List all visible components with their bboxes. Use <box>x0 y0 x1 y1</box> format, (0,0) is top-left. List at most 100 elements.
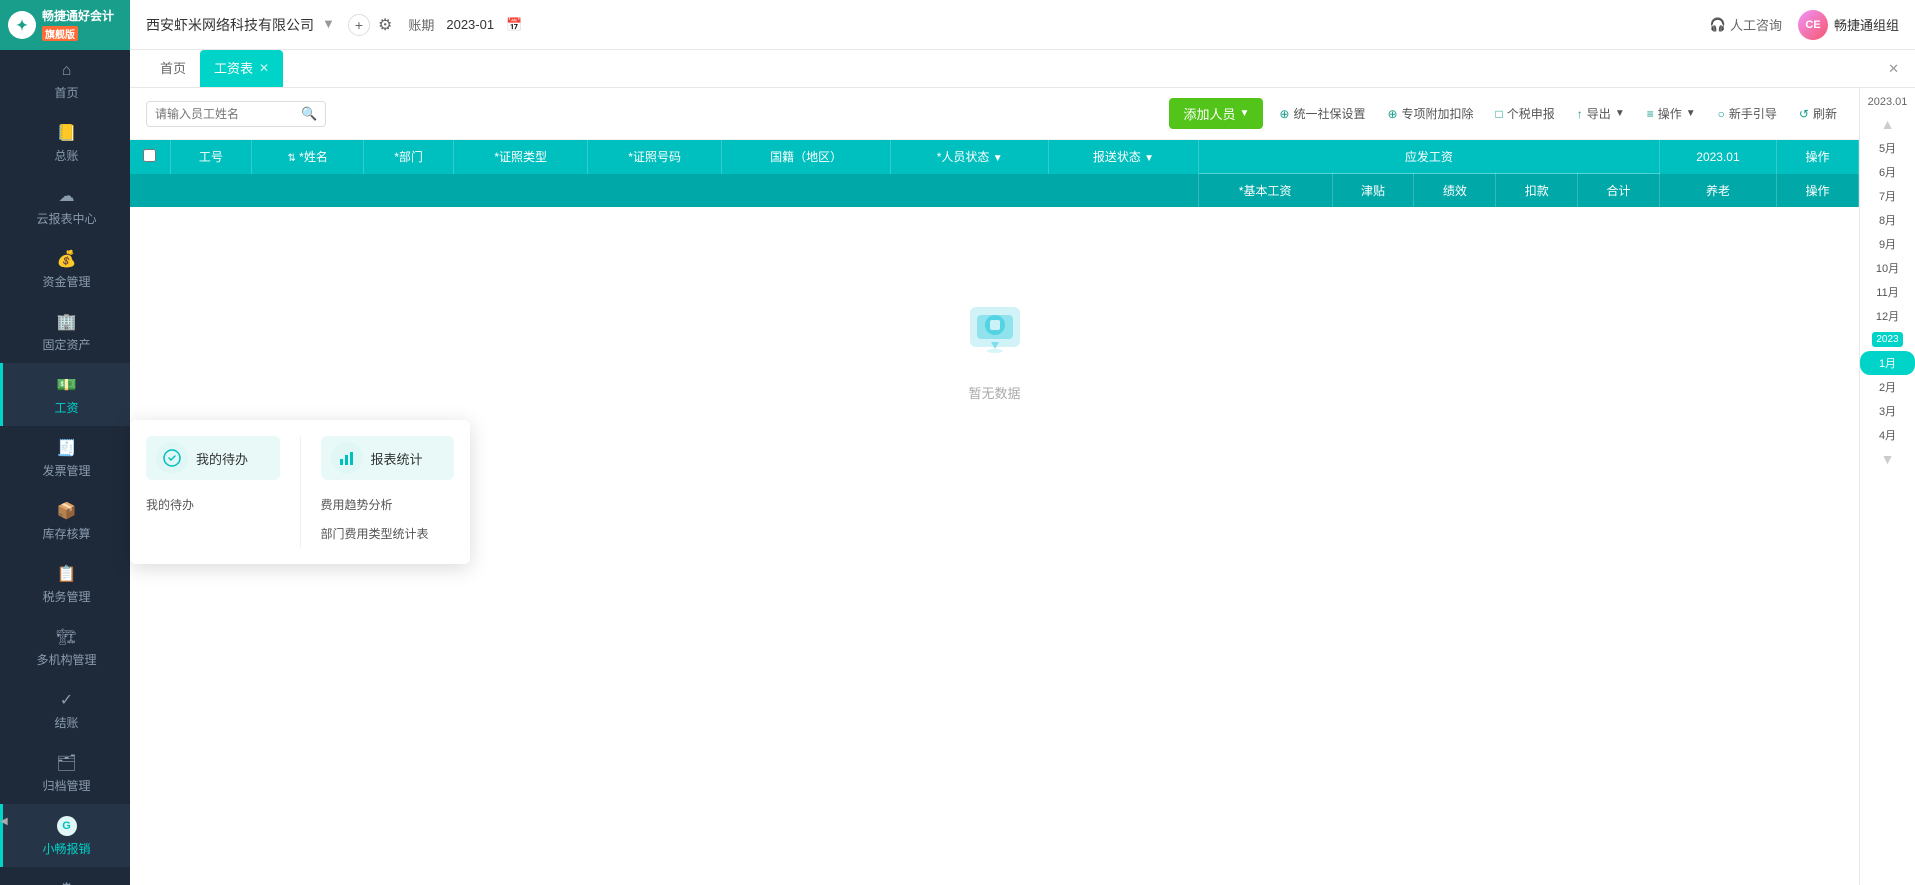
popup-divider <box>300 436 301 548</box>
search-icon[interactable]: 🔍 <box>301 106 317 122</box>
timeline-month-3[interactable]: 3月 <box>1860 399 1915 423</box>
search-box: 🔍 <box>146 101 326 127</box>
service-icon: 🎧 <box>1710 17 1726 33</box>
timeline-month-2[interactable]: 2月 <box>1860 375 1915 399</box>
refresh-icon: ↺ <box>1799 107 1809 121</box>
calendar-icon[interactable]: 📅 <box>506 17 522 33</box>
refresh-action[interactable]: ↺ 刷新 <box>1793 101 1843 126</box>
timeline-month-9[interactable]: 9月 <box>1860 232 1915 256</box>
export-arrow-icon: ▼ <box>1615 108 1625 119</box>
finance-icon: 💰 <box>57 249 77 269</box>
new-guide-label: 新手引导 <box>1729 105 1777 122</box>
tab-close-all[interactable]: ✕ <box>1888 61 1899 77</box>
add-company-button[interactable]: + <box>348 14 370 36</box>
report-filter-icon[interactable]: ▼ <box>1144 153 1154 164</box>
export-action[interactable]: ↑ 导出 ▼ <box>1571 101 1631 126</box>
sidebar-item-xiaochang[interactable]: G 小畅报销 ◀ <box>0 804 130 867</box>
tab-home[interactable]: 首页 <box>146 50 200 87</box>
popup-col-header-stats: 报表统计 <box>321 436 455 480</box>
th-pension: 养老 <box>1659 174 1776 208</box>
tab-salary-table[interactable]: 工资表 ✕ <box>200 50 283 87</box>
multi-org-icon: 🏗 <box>56 627 76 647</box>
operate-icon: ≡ <box>1647 107 1654 121</box>
fixed-assets-icon: 🏢 <box>57 312 77 332</box>
sidebar-label-tax: 税务管理 <box>42 588 90 605</box>
sidebar-item-inventory[interactable]: 📦 库存核算 <box>0 489 130 552</box>
timeline-prev-months: 5月 6月 7月 8月 9月 10月 11月 12月 <box>1860 136 1915 328</box>
th-name: ⇅ *姓名 <box>252 140 364 174</box>
sidebar-item-finance[interactable]: 💰 资金管理 <box>0 237 130 300</box>
popup-stats-title: 报表统计 <box>371 449 423 468</box>
sort-icon[interactable]: ⇅ <box>287 153 295 164</box>
popup-todo-title: 我的待办 <box>196 449 248 468</box>
timeline-month-12[interactable]: 12月 <box>1860 304 1915 328</box>
th-allowance: 津贴 <box>1332 174 1414 208</box>
sidebar-label-settlement: 结账 <box>54 714 78 731</box>
username: 畅捷通组组 <box>1834 15 1899 34</box>
sidebar-item-tax[interactable]: 📋 税务管理 <box>0 552 130 615</box>
new-guide-icon: ○ <box>1718 107 1725 121</box>
social-security-label: 统一社保设置 <box>1293 105 1365 122</box>
service-button[interactable]: 🎧 人工咨询 <box>1710 15 1782 34</box>
tab-close-icon[interactable]: ✕ <box>259 61 269 75</box>
timeline-month-10[interactable]: 10月 <box>1860 256 1915 280</box>
timeline-nav-down[interactable]: ▼ <box>1877 447 1899 471</box>
tax-report-action[interactable]: □ 个税申报 <box>1490 101 1561 126</box>
sidebar-item-fixed-assets[interactable]: 🏢 固定资产 <box>0 300 130 363</box>
sidebar-item-multi-org[interactable]: 🏗 多机构管理 <box>0 615 130 678</box>
tab-salary-label: 工资表 <box>214 58 253 77</box>
dept-cost-label: 部门费用类型统计表 <box>321 527 429 541</box>
sidebar-item-cloud-report[interactable]: ☁ 云报表中心 <box>0 174 130 237</box>
sidebar-item-ledger[interactable]: 📒 总账 <box>0 111 130 174</box>
social-security-action[interactable]: ⊕ 统一社保设置 <box>1273 101 1371 126</box>
th-operate: 操作 <box>1777 140 1859 174</box>
sidebar-item-settlement[interactable]: ✓ 结账 <box>0 678 130 741</box>
timeline-month-1[interactable]: 1月 <box>1860 351 1915 375</box>
search-input[interactable] <box>155 107 295 121</box>
sidebar-label-multi-org: 多机构管理 <box>36 651 96 668</box>
popup-item-my-todo[interactable]: 我的待办 <box>146 490 280 519</box>
sidebar-label-xiaochang: 小畅报销 <box>42 840 90 857</box>
company-dropdown-icon[interactable]: ▼ <box>322 16 340 34</box>
add-person-button[interactable]: 添加人员 ▼ <box>1169 98 1263 129</box>
timeline-month-11[interactable]: 11月 <box>1860 280 1915 304</box>
sidebar-item-basic-settings[interactable]: ⚙ 基础设置 <box>0 867 130 885</box>
popup-item-cost-trend[interactable]: 费用趋势分析 <box>321 490 455 519</box>
timeline-nav-up[interactable]: ▲ <box>1877 112 1899 136</box>
filter-icon[interactable]: ▼ <box>993 153 1003 164</box>
sidebar-item-salary[interactable]: 💵 工资 <box>0 363 130 426</box>
new-guide-action[interactable]: ○ 新手引导 <box>1712 101 1783 126</box>
th-deduct: 扣款 <box>1496 174 1578 208</box>
select-all-checkbox[interactable] <box>143 149 156 162</box>
special-deduct-action[interactable]: ⊕ 专项附加扣除 <box>1381 101 1479 126</box>
sidebar: ✦ 畅捷通好会计 旗舰版 ⌂ 首页 📒 总账 ☁ 云报表中心 💰 资金管理 🏢 … <box>0 0 130 885</box>
settlement-icon: ✓ <box>60 690 73 710</box>
sidebar-label-archive: 归档管理 <box>42 777 90 794</box>
operate-action[interactable]: ≡ 操作 ▼ <box>1641 101 1702 126</box>
timeline-month-4[interactable]: 4月 <box>1860 423 1915 447</box>
timeline-month-8[interactable]: 8月 <box>1860 208 1915 232</box>
sidebar-item-home[interactable]: ⌂ 首页 <box>0 50 130 111</box>
tax-report-icon: □ <box>1496 107 1503 121</box>
toolbar-right: 添加人员 ▼ ⊕ 统一社保设置 ⊕ 专项附加扣除 □ 个税申报 <box>1169 98 1843 129</box>
th-dept: *部门 <box>363 140 453 174</box>
sidebar-label-home: 首页 <box>54 84 78 101</box>
timeline-month-7[interactable]: 7月 <box>1860 184 1915 208</box>
logo-text: 畅捷通好会计 <box>42 9 114 23</box>
th-performance: 绩效 <box>1414 174 1496 208</box>
sidebar-label-finance: 资金管理 <box>42 273 90 290</box>
sidebar-item-archive[interactable]: 🗂 归档管理 <box>0 741 130 804</box>
period-label: 账期 <box>408 15 434 34</box>
sidebar-item-invoice[interactable]: 🧾 发票管理 <box>0 426 130 489</box>
popup-item-dept-cost[interactable]: 部门费用类型统计表 <box>321 519 455 548</box>
th-report-status: 报送状态 ▼ <box>1049 140 1199 174</box>
user-menu[interactable]: CE 畅捷通组组 <box>1798 10 1899 40</box>
timeline-month-5[interactable]: 5月 <box>1860 136 1915 160</box>
th-checkbox[interactable] <box>130 140 170 174</box>
empty-illustration <box>955 287 1035 367</box>
settings-button[interactable]: ⚙ <box>378 15 392 35</box>
timeline-month-6[interactable]: 6月 <box>1860 160 1915 184</box>
export-label: 导出 <box>1587 105 1611 122</box>
close-all-icon[interactable]: ✕ <box>1888 61 1899 76</box>
sidebar-label-fixed-assets: 固定资产 <box>42 336 90 353</box>
